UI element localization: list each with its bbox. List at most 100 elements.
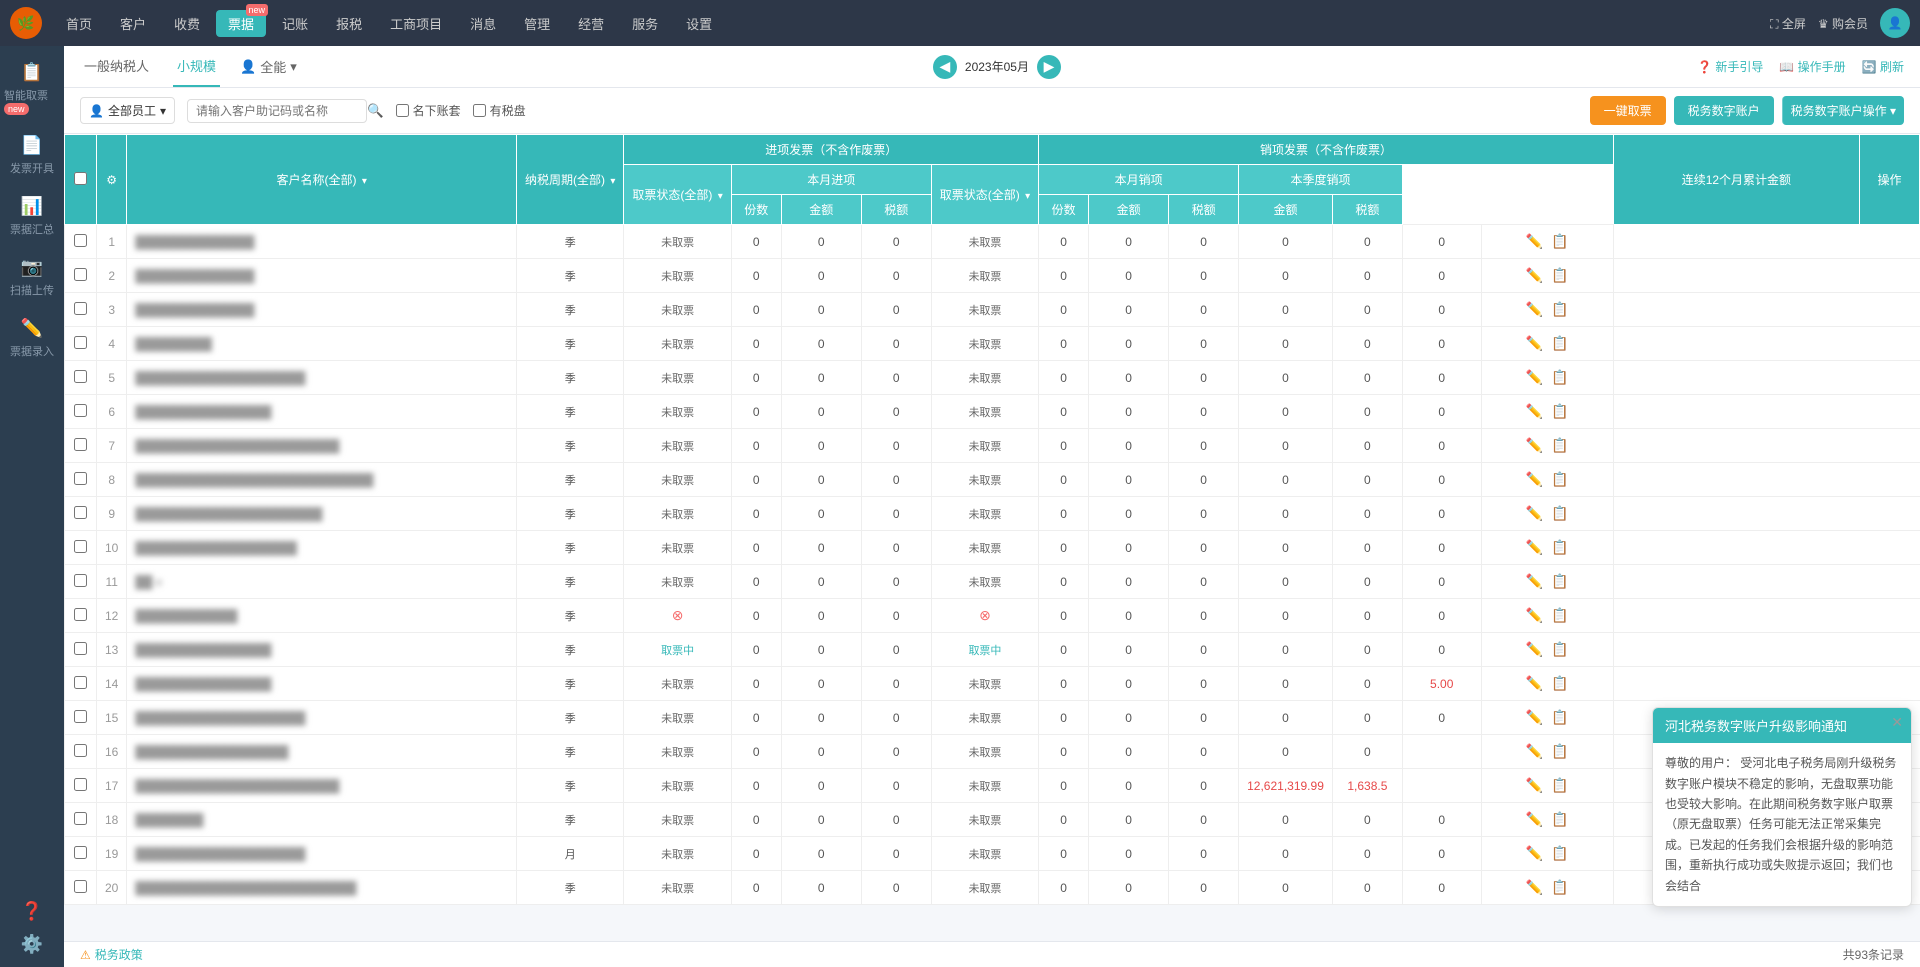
row-checkbox[interactable] [65, 395, 97, 429]
edit-button[interactable]: ✏️ [1522, 741, 1547, 762]
popup-close-button[interactable]: ✕ [1891, 714, 1903, 731]
nav-invoice[interactable]: 票据 new [216, 10, 266, 37]
row-checkbox[interactable] [65, 735, 97, 769]
copy-button[interactable]: 📋 [1547, 707, 1572, 728]
nav-billing[interactable]: 收费 [162, 10, 212, 37]
employee-select[interactable]: 👤 全部员工 ▾ [80, 97, 175, 124]
edit-button[interactable]: ✏️ [1522, 265, 1547, 286]
row-checkbox[interactable] [65, 327, 97, 361]
copy-button[interactable]: 📋 [1547, 775, 1572, 796]
copy-button[interactable]: 📋 [1547, 673, 1572, 694]
customer-name-cell[interactable]: ████████████ [127, 599, 517, 633]
row-checkbox[interactable] [65, 769, 97, 803]
customer-name-cell[interactable]: ██████████████ [127, 259, 517, 293]
edit-button[interactable]: ✏️ [1522, 469, 1547, 490]
nav-home[interactable]: 首页 [54, 10, 104, 37]
customer-name-cell[interactable]: ██████████████ [127, 225, 517, 259]
manual-link[interactable]: 📖 操作手册 [1779, 58, 1845, 75]
member-icon[interactable]: ♛ 购会员 [1818, 15, 1868, 32]
customer-name-cell[interactable]: █████████ [127, 327, 517, 361]
copy-button[interactable]: 📋 [1547, 741, 1572, 762]
nav-management[interactable]: 管理 [512, 10, 562, 37]
edit-button[interactable]: ✏️ [1522, 877, 1547, 898]
edit-button[interactable]: ✏️ [1522, 707, 1547, 728]
tab-all-dropdown[interactable]: 👤 全能 ▾ [240, 57, 297, 76]
customer-name-cell[interactable]: ████████████████ [127, 667, 517, 701]
nav-tax[interactable]: 报税 [324, 10, 374, 37]
search-input[interactable] [187, 99, 367, 123]
next-month-button[interactable]: ▶ [1037, 55, 1061, 79]
new-guide-link[interactable]: ❓ 新手引导 [1697, 58, 1763, 75]
edit-button[interactable]: ✏️ [1522, 571, 1547, 592]
my-accounts-checkbox[interactable]: 名下账套 [396, 102, 461, 119]
customer-name-cell[interactable]: ██████████████ [127, 293, 517, 327]
customer-name-cell[interactable]: ██████████████████ [127, 735, 517, 769]
sidebar-item-scan-upload[interactable]: 📷 扫描上传 [0, 249, 64, 306]
nav-message[interactable]: 消息 [458, 10, 508, 37]
edit-button[interactable]: ✏️ [1522, 367, 1547, 388]
row-checkbox[interactable] [65, 667, 97, 701]
quick-tax-button[interactable]: 一键取票 [1590, 96, 1666, 125]
row-checkbox[interactable] [65, 531, 97, 565]
edit-button[interactable]: ✏️ [1522, 639, 1547, 660]
edit-button[interactable]: ✏️ [1522, 401, 1547, 422]
customer-name-cell[interactable]: ██████████████████████████ [127, 871, 517, 905]
row-checkbox[interactable] [65, 803, 97, 837]
select-all-checkbox[interactable] [74, 172, 87, 185]
copy-button[interactable]: 📋 [1547, 333, 1572, 354]
row-checkbox[interactable] [65, 429, 97, 463]
copy-button[interactable]: 📋 [1547, 299, 1572, 320]
edit-button[interactable]: ✏️ [1522, 435, 1547, 456]
customer-name-cell[interactable]: ████████ [127, 803, 517, 837]
nav-bookkeeping[interactable]: 记账 [270, 10, 320, 37]
refresh-link[interactable]: 🔄 刷新 [1862, 58, 1904, 75]
copy-button[interactable]: 📋 [1547, 877, 1572, 898]
copy-button[interactable]: 📋 [1547, 265, 1572, 286]
sidebar-item-invoice-entry[interactable]: ✏️ 票据录入 [0, 310, 64, 367]
row-checkbox[interactable] [65, 599, 97, 633]
edit-button[interactable]: ✏️ [1522, 843, 1547, 864]
copy-button[interactable]: 📋 [1547, 503, 1572, 524]
customer-name-cell[interactable]: ████████████████ [127, 395, 517, 429]
edit-button[interactable]: ✏️ [1522, 809, 1547, 830]
nav-operation[interactable]: 经营 [566, 10, 616, 37]
settings-icon[interactable]: ⚙️ [21, 934, 43, 955]
edit-button[interactable]: ✏️ [1522, 333, 1547, 354]
row-checkbox[interactable] [65, 565, 97, 599]
edit-button[interactable]: ✏️ [1522, 299, 1547, 320]
row-checkbox[interactable] [65, 497, 97, 531]
copy-button[interactable]: 📋 [1547, 639, 1572, 660]
copy-button[interactable]: 📋 [1547, 435, 1572, 456]
row-checkbox[interactable] [65, 701, 97, 735]
copy-button[interactable]: 📋 [1547, 469, 1572, 490]
tax-policy-link[interactable]: 税务政策 [95, 946, 143, 963]
has-tax-disk-checkbox[interactable]: 有税盘 [473, 102, 526, 119]
edit-button[interactable]: ✏️ [1522, 503, 1547, 524]
tab-small-scale[interactable]: 小规模 [173, 46, 220, 87]
edit-button[interactable]: ✏️ [1522, 775, 1547, 796]
row-checkbox[interactable] [65, 871, 97, 905]
nav-service[interactable]: 服务 [620, 10, 670, 37]
customer-name-cell[interactable]: ███████████████████ [127, 531, 517, 565]
row-checkbox[interactable] [65, 259, 97, 293]
customer-name-cell[interactable]: ████████████████████ [127, 701, 517, 735]
customer-name-cell[interactable]: ████████████████ [127, 633, 517, 667]
sidebar-item-smart-invoice[interactable]: 📋 智能取票 new [0, 54, 64, 123]
digital-account-button[interactable]: 税务数字账户 [1674, 96, 1774, 125]
nav-customer[interactable]: 客户 [108, 10, 158, 37]
nav-settings[interactable]: 设置 [674, 10, 724, 37]
edit-button[interactable]: ✏️ [1522, 605, 1547, 626]
customer-name-cell[interactable]: ████████████████████████████ [127, 463, 517, 497]
row-checkbox[interactable] [65, 293, 97, 327]
copy-button[interactable]: 📋 [1547, 605, 1572, 626]
row-checkbox[interactable] [65, 463, 97, 497]
avatar[interactable]: 👤 [1880, 8, 1910, 38]
row-checkbox[interactable] [65, 633, 97, 667]
digital-account-dropdown-button[interactable]: 税务数字账户操作 ▾ [1782, 96, 1904, 125]
sidebar-item-invoice-summary[interactable]: 📊 票据汇总 [0, 188, 64, 245]
row-checkbox[interactable] [65, 837, 97, 871]
customer-name-cell[interactable]: ████████████████████ [127, 837, 517, 871]
edit-button[interactable]: ✏️ [1522, 673, 1547, 694]
nav-business[interactable]: 工商项目 [378, 10, 454, 37]
customer-name-cell[interactable]: ██ e [127, 565, 517, 599]
